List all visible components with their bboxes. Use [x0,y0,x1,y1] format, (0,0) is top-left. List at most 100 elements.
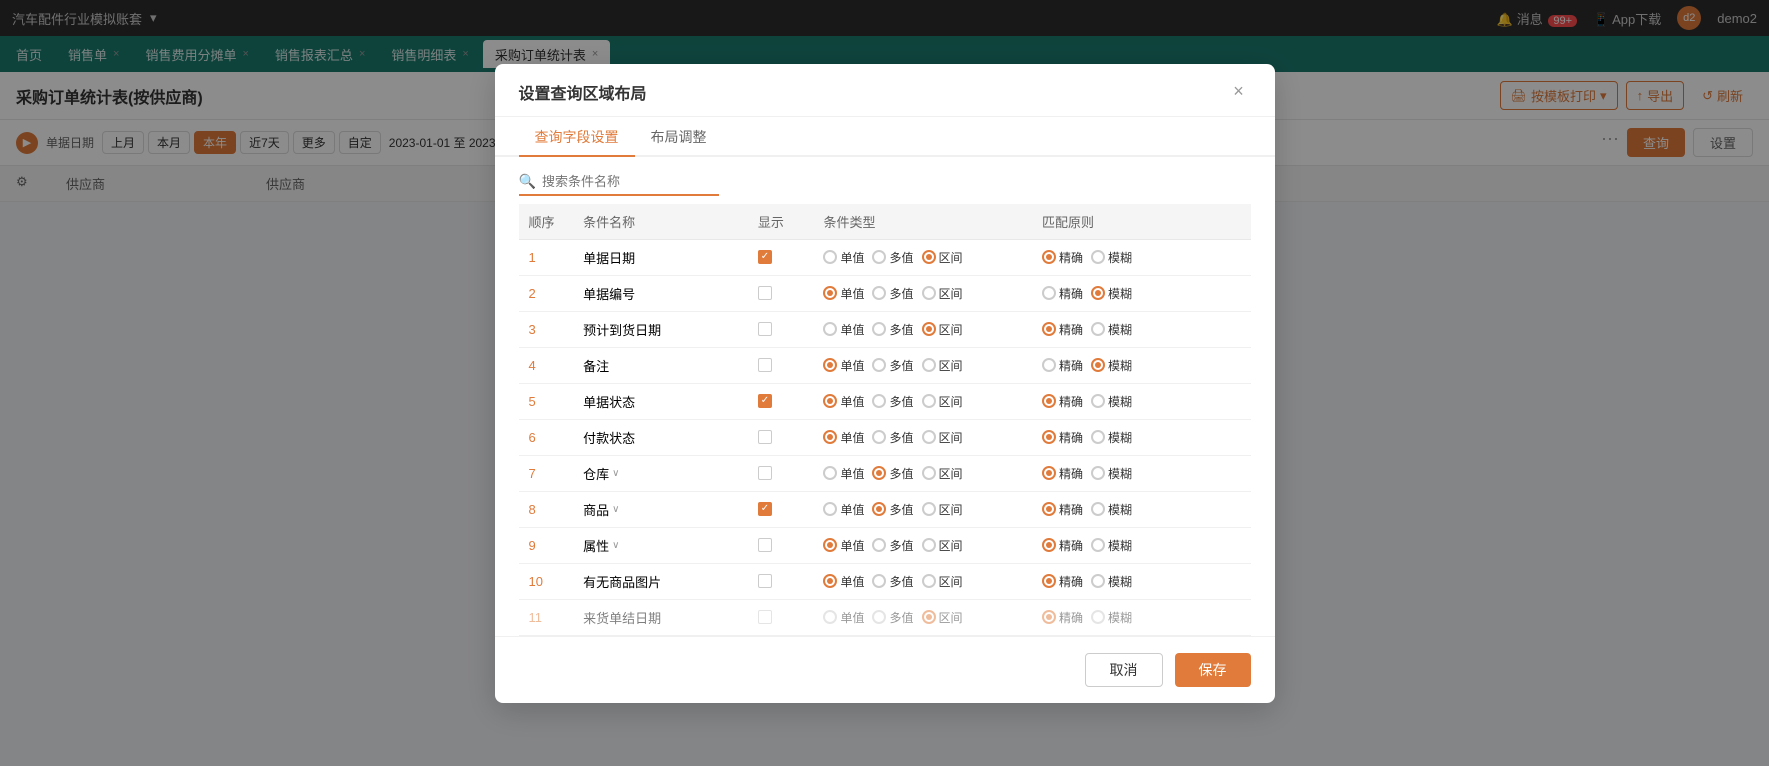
match-radio-精确[interactable]: 精确 [1042,573,1083,590]
type-radio-单值[interactable]: 单值 [823,465,864,482]
type-radio-区间[interactable]: 区间 [922,501,963,518]
type-radio-区间[interactable]: 区间 [922,465,963,482]
display-checkbox[interactable] [758,394,772,408]
type-radio-区间[interactable]: 区间 [922,321,963,338]
expand-arrow-icon[interactable]: ∨ [612,468,619,479]
display-checkbox[interactable] [758,466,772,480]
radio-circle [922,430,936,444]
radio-circle [823,538,837,552]
match-radio-模糊[interactable]: 模糊 [1091,573,1132,590]
type-radio-区间[interactable]: 区间 [922,249,963,266]
modal-close-button[interactable]: × [1227,80,1251,104]
cancel-button[interactable]: 取消 [1085,653,1163,687]
type-radio-区间[interactable]: 区间 [922,609,963,626]
type-radio-多值[interactable]: 多值 [872,429,913,446]
cell-display[interactable] [748,311,814,347]
type-radio-单值[interactable]: 单值 [823,357,864,374]
display-checkbox[interactable] [758,250,772,264]
match-radio-模糊[interactable]: 模糊 [1091,537,1132,554]
expand-arrow-icon[interactable]: ∨ [612,504,619,515]
display-checkbox[interactable] [758,610,772,624]
radio-circle [1042,538,1056,552]
type-radio-单值[interactable]: 单值 [823,501,864,518]
type-radio-多值[interactable]: 多值 [872,357,913,374]
type-radio-区间[interactable]: 区间 [922,429,963,446]
type-radio-单值[interactable]: 单值 [823,393,864,410]
type-radio-单值[interactable]: 单值 [823,429,864,446]
tab-query-fields[interactable]: 查询字段设置 [519,117,635,157]
match-radio-精确[interactable]: 精确 [1042,465,1083,482]
cell-display[interactable] [748,455,814,491]
type-radio-区间[interactable]: 区间 [922,393,963,410]
table-row: 1单据日期 单值 多值 区间 精确 模糊 [519,239,1251,275]
radio-circle [1091,394,1105,408]
type-radio-多值[interactable]: 多值 [872,285,913,302]
match-radio-精确[interactable]: 精确 [1042,429,1083,446]
type-radio-区间[interactable]: 区间 [922,357,963,374]
type-radio-多值[interactable]: 多值 [872,537,913,554]
match-radio-精确[interactable]: 精确 [1042,357,1083,374]
type-radio-多值[interactable]: 多值 [872,393,913,410]
match-radio-精确[interactable]: 精确 [1042,249,1083,266]
cell-display[interactable] [748,419,814,455]
type-radio-多值[interactable]: 多值 [872,321,913,338]
match-radio-精确[interactable]: 精确 [1042,321,1083,338]
radio-circle [823,286,837,300]
type-radio-单值[interactable]: 单值 [823,321,864,338]
match-radio-精确[interactable]: 精确 [1042,285,1083,302]
type-radio-多值[interactable]: 多值 [872,501,913,518]
cell-display[interactable] [748,599,814,635]
display-checkbox[interactable] [758,574,772,588]
cell-order: 4 [519,347,574,383]
match-radio-模糊[interactable]: 模糊 [1091,249,1132,266]
match-radio-模糊[interactable]: 模糊 [1091,357,1132,374]
match-radio-模糊[interactable]: 模糊 [1091,609,1132,626]
radio-label: 区间 [939,609,963,626]
tab-layout-adjust[interactable]: 布局调整 [635,117,723,157]
save-button[interactable]: 保存 [1175,653,1251,687]
order-number: 7 [529,466,536,481]
match-radio-精确[interactable]: 精确 [1042,393,1083,410]
cell-display[interactable] [748,383,814,419]
display-checkbox[interactable] [758,430,772,444]
match-radio-精确[interactable]: 精确 [1042,501,1083,518]
display-checkbox[interactable] [758,538,772,552]
cell-display[interactable] [748,491,814,527]
cell-display[interactable] [748,347,814,383]
display-checkbox[interactable] [758,358,772,372]
type-radio-多值[interactable]: 多值 [872,573,913,590]
match-radio-模糊[interactable]: 模糊 [1091,465,1132,482]
cell-display[interactable] [748,563,814,599]
type-radio-单值[interactable]: 单值 [823,285,864,302]
display-checkbox[interactable] [758,502,772,516]
expand-arrow-icon[interactable]: ∨ [612,540,619,551]
match-radio-精确[interactable]: 精确 [1042,609,1083,626]
type-radio-区间[interactable]: 区间 [922,537,963,554]
match-radio-模糊[interactable]: 模糊 [1091,429,1132,446]
display-checkbox[interactable] [758,286,772,300]
type-radio-单值[interactable]: 单值 [823,249,864,266]
match-radio-模糊[interactable]: 模糊 [1091,321,1132,338]
type-radio-多值[interactable]: 多值 [872,249,913,266]
type-radio-多值[interactable]: 多值 [872,609,913,626]
match-radio-模糊[interactable]: 模糊 [1091,501,1132,518]
search-box: 🔍 [519,169,719,196]
type-radio-区间[interactable]: 区间 [922,573,963,590]
match-radio-模糊[interactable]: 模糊 [1091,285,1132,302]
cell-order: 3 [519,311,574,347]
match-radio-模糊[interactable]: 模糊 [1091,393,1132,410]
type-radio-单值[interactable]: 单值 [823,609,864,626]
display-checkbox[interactable] [758,322,772,336]
radio-circle [1091,466,1105,480]
order-number: 5 [529,394,536,409]
type-radio-单值[interactable]: 单值 [823,537,864,554]
cell-display[interactable] [748,527,814,563]
type-radio-区间[interactable]: 区间 [922,285,963,302]
cell-display[interactable] [748,239,814,275]
cell-display[interactable] [748,275,814,311]
type-radio-单值[interactable]: 单值 [823,573,864,590]
type-radio-多值[interactable]: 多值 [872,465,913,482]
cell-match: 精确 模糊 [1032,599,1251,635]
search-input[interactable] [542,174,702,189]
match-radio-精确[interactable]: 精确 [1042,537,1083,554]
